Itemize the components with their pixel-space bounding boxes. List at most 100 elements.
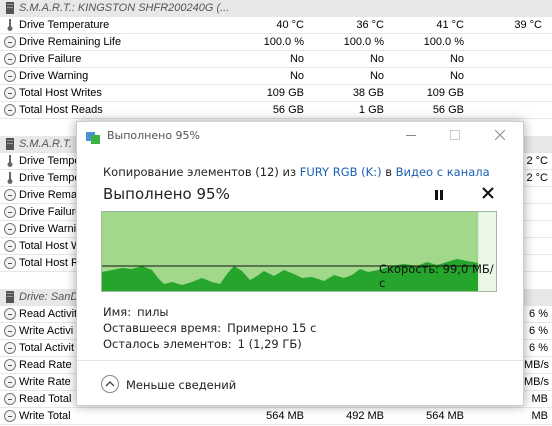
close-icon	[482, 187, 494, 199]
sensor-label: Write Total	[19, 410, 71, 422]
sensor-label: Drive Remaining Life	[19, 36, 122, 48]
chevron-up-icon	[101, 375, 119, 393]
group-header-label: S.M.A.R.T.: KINGSTON SHFR200240G (...	[19, 2, 230, 14]
sensor-label: Total Host Reads	[19, 104, 103, 116]
sensor-value-min: 38 GB	[352, 87, 384, 99]
sensor-value-min: 100.0 %	[343, 36, 384, 48]
sensor-label: Drive Temperature	[19, 19, 110, 31]
time-value: Примерно 15 с	[227, 321, 317, 335]
sensor-row[interactable]: Drive Failure No No No	[0, 51, 552, 68]
sensor-label: Drive Warnii	[19, 223, 79, 235]
minimize-button[interactable]	[399, 126, 423, 148]
sensor-value-clipped: MB/s	[524, 359, 550, 371]
gauge-icon	[4, 257, 16, 269]
group-header-label: S.M.A.R.T.	[19, 138, 72, 150]
sensor-label: Drive Tempe	[19, 172, 81, 184]
sensor-value-max: 100.0 %	[423, 36, 464, 48]
copy-file-icon	[86, 130, 100, 144]
gauge-icon	[4, 325, 16, 337]
drive-icon	[4, 2, 16, 14]
dialog-titlebar[interactable]: Выполнено 95%	[77, 122, 523, 152]
sensor-row[interactable]: Write Total 564 MB 492 MB 564 MB MB	[0, 408, 552, 425]
sensor-value-min: No	[369, 53, 384, 65]
sensor-row[interactable]: Drive Warning No No No	[0, 68, 552, 85]
group-header-label: Drive: SanD	[19, 291, 79, 303]
sensor-label: Read Activit	[19, 308, 78, 320]
thermometer-icon	[4, 19, 16, 31]
group-header[interactable]: S.M.A.R.T.: KINGSTON SHFR200240G (...	[0, 0, 552, 17]
sensor-value-current: 564 MB	[266, 410, 304, 422]
sensor-value-max: 564 MB	[426, 410, 464, 422]
items-key: Осталось элементов:	[103, 337, 232, 351]
sensor-value-clipped: 2 °C	[526, 172, 548, 184]
sensor-value-min: 492 MB	[346, 410, 384, 422]
name-value: пилы	[137, 305, 169, 319]
gauge-icon	[4, 393, 16, 405]
sensor-value-max: 56 GB	[432, 104, 464, 116]
source-link[interactable]: FURY RGB (K:)	[300, 165, 382, 179]
sensor-row[interactable]: Drive Temperature 40 °C 36 °C 41 °C 39 °…	[0, 17, 552, 34]
gauge-icon	[4, 223, 16, 235]
thermometer-icon	[4, 172, 16, 184]
sensor-value-clipped: MB	[531, 393, 549, 405]
time-key: Оставшееся время:	[103, 321, 222, 335]
sensor-value-max: 41 °C	[436, 19, 464, 31]
progress-title: Выполнено 95%	[103, 185, 230, 203]
gauge-icon	[4, 240, 16, 252]
sensor-label: Drive Warning	[19, 70, 89, 82]
sensor-value-max: No	[449, 53, 464, 65]
sensor-row[interactable]: Total Host Writes 109 GB 38 GB 109 GB	[0, 85, 552, 102]
gauge-icon	[4, 87, 16, 99]
gauge-icon	[4, 342, 16, 354]
sensor-label: Write Rate	[19, 376, 71, 388]
gauge-icon	[4, 70, 16, 82]
pause-icon	[435, 190, 443, 200]
speed-label: Скорость: 99,0 МБ/с	[379, 262, 494, 290]
sensor-label: Read Rate	[19, 359, 72, 371]
drive-icon	[4, 138, 16, 150]
maximize-icon	[450, 130, 460, 140]
sensor-label: Drive Failure	[19, 206, 82, 218]
sensor-value-current: 56 GB	[272, 104, 304, 116]
copy-prefix: Копирование элементов (12) из	[103, 165, 300, 179]
close-icon	[494, 129, 506, 141]
gauge-icon	[4, 308, 16, 320]
close-button[interactable]	[488, 126, 512, 148]
destination-link[interactable]: Видео с канала	[396, 165, 490, 179]
copy-mid: в	[381, 165, 396, 179]
maximize-button[interactable]	[443, 126, 467, 148]
sensor-value-current: No	[289, 70, 304, 82]
drive-icon	[4, 291, 16, 303]
sensor-value-min: 36 °C	[356, 19, 384, 31]
name-key: Имя:	[103, 305, 132, 319]
sensor-value-min: No	[369, 70, 384, 82]
sensor-row[interactable]: Drive Remaining Life 100.0 % 100.0 % 100…	[0, 34, 552, 51]
minimize-icon	[406, 135, 416, 136]
sensor-value-current: 100.0 %	[263, 36, 304, 48]
dialog-divider	[77, 360, 523, 361]
pause-button[interactable]	[432, 188, 446, 202]
sensor-label: Drive Failure	[19, 53, 82, 65]
sensor-value-clipped: 2 °C	[526, 155, 548, 167]
sensor-label: Read Total	[19, 393, 72, 405]
sensor-label: Total Host W	[19, 240, 82, 252]
sensor-row[interactable]: Total Host Reads 56 GB 1 GB 56 GB	[0, 102, 552, 119]
gauge-icon	[4, 36, 16, 48]
gauge-icon	[4, 410, 16, 422]
gauge-icon	[4, 376, 16, 388]
sensor-value-clipped: 6 %	[529, 308, 548, 320]
sensor-value-clipped: 6 %	[529, 342, 548, 354]
sensor-label: Write Activi	[19, 325, 74, 337]
copy-progress-dialog: Выполнено 95% Копирование элементов (12)…	[76, 121, 524, 406]
gauge-icon	[4, 189, 16, 201]
sensor-value-current: 109 GB	[266, 87, 304, 99]
sensor-value-max: 109 GB	[426, 87, 464, 99]
sensor-label: Total Host Writes	[19, 87, 102, 99]
sensor-value-current: 40 °C	[276, 19, 304, 31]
less-details-label: Меньше сведений	[126, 378, 237, 392]
sensor-value-clipped: MB/s	[524, 376, 550, 388]
sensor-label: Drive Tempe	[19, 155, 81, 167]
thermometer-icon	[4, 155, 16, 167]
cancel-button[interactable]	[479, 184, 497, 202]
gauge-icon	[4, 104, 16, 116]
